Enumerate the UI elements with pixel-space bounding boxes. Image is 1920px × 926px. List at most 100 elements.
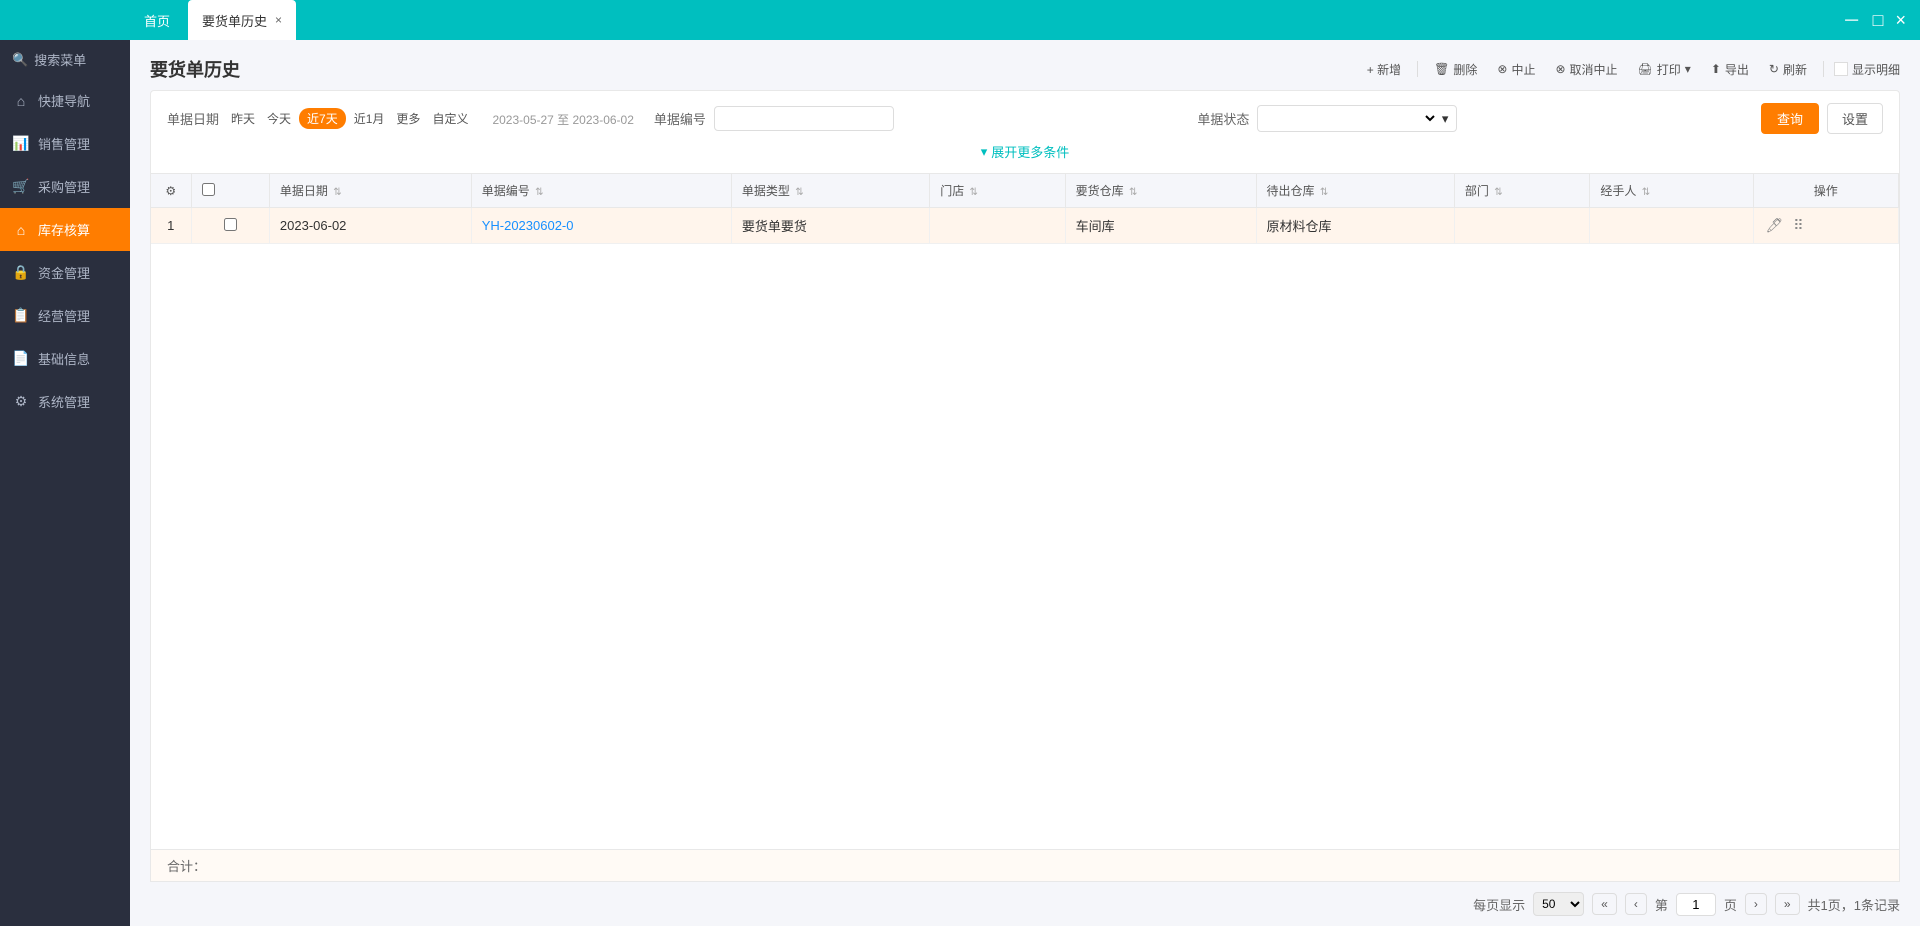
th-settings[interactable]: ⚙ — [151, 174, 191, 208]
print-dropdown-icon: ▾ — [1685, 62, 1691, 76]
prev-page-button[interactable]: ‹ — [1625, 893, 1647, 915]
app-container: 首页 要货单历史 × － □ × 🔍 搜索菜单 ⌂ 快捷导航 📊 销售管理 — [0, 0, 1920, 926]
sidebar-item-sales[interactable]: 📊 销售管理 — [0, 122, 130, 165]
more-icon: ⠿ — [1793, 217, 1803, 233]
basic-icon: 📄 — [12, 350, 30, 368]
sort-reqwh-icon: ⇅ — [1129, 187, 1137, 198]
delete-button[interactable]: 🗑 删除 — [1428, 57, 1483, 82]
row-checkbox-cell — [191, 208, 269, 244]
th-bill-type[interactable]: 单据类型 ⇅ — [731, 174, 929, 208]
th-checkbox[interactable] — [191, 174, 269, 208]
sort-store-icon: ⇅ — [970, 187, 978, 198]
export-icon: ⬆ — [1711, 62, 1721, 76]
date-range-display: 2023-05-27 至 2023-06-02 — [492, 109, 633, 128]
page-suffix-label: 页 — [1724, 895, 1737, 914]
toolbar: + 新增 🗑 删除 ⊗ 中止 ⊗ 取消中止 🖨 — [1361, 57, 1900, 82]
bill-no-input[interactable] — [714, 106, 894, 131]
settings-button[interactable]: 设置 — [1827, 103, 1883, 134]
row-edit-button[interactable]: 🖊 — [1764, 215, 1786, 236]
page-number-input[interactable] — [1676, 893, 1716, 916]
th-bill-no[interactable]: 单据编号 ⇅ — [471, 174, 731, 208]
maximize-button[interactable]: □ — [1869, 10, 1888, 31]
query-button[interactable]: 查询 — [1761, 103, 1819, 134]
sort-waitwh-icon: ⇅ — [1320, 187, 1328, 198]
th-date[interactable]: 单据日期 ⇅ — [269, 174, 471, 208]
print-icon: 🖨 — [1638, 62, 1653, 76]
print-button[interactable]: 🖨 打印 ▾ — [1632, 57, 1697, 82]
table-body: 1 2023-06-02 YH-20230602-0 要货单要货 车间库 — [151, 208, 1899, 244]
delete-icon: 🗑 — [1434, 62, 1449, 76]
sidebar: 🔍 搜索菜单 ⌂ 快捷导航 📊 销售管理 🛒 采购管理 ⌂ 库存核算 🔒 资 — [0, 40, 130, 926]
date-btn-1month[interactable]: 近1月 — [350, 108, 389, 129]
new-button[interactable]: + 新增 — [1361, 57, 1407, 82]
content-header: 要货单历史 + 新增 🗑 删除 ⊗ 中止 ⊗ 取消中止 — [130, 40, 1920, 90]
row-wait-warehouse: 原材料仓库 — [1256, 208, 1454, 244]
row-checkbox[interactable] — [224, 218, 237, 231]
table-row: 1 2023-06-02 YH-20230602-0 要货单要货 车间库 — [151, 208, 1899, 244]
filter-row: 单据日期 昨天 今天 近7天 近1月 更多 自定义 2023-05-27 至 2… — [167, 103, 1883, 134]
filter-actions: 查询 设置 — [1761, 103, 1883, 134]
inventory-icon: ⌂ — [12, 221, 30, 239]
sort-billno-icon: ⇅ — [535, 187, 543, 198]
table-header: ⚙ 单据日期 ⇅ 单据编号 ⇅ — [151, 174, 1899, 208]
th-wait-warehouse[interactable]: 待出仓库 ⇅ — [1256, 174, 1454, 208]
edit-icon: 🖊 — [1766, 217, 1784, 233]
refresh-button[interactable]: ↻ 刷新 — [1763, 57, 1813, 82]
tab-home[interactable]: 首页 — [130, 0, 184, 40]
sidebar-item-operations[interactable]: 📋 经营管理 — [0, 294, 130, 337]
expand-button[interactable]: ▾ 展开更多条件 — [981, 142, 1070, 161]
minimize-button[interactable]: － — [1839, 7, 1865, 33]
sort-date-icon: ⇅ — [333, 187, 341, 198]
per-page-label: 每页显示 — [1473, 895, 1525, 914]
expand-icon: ▾ — [981, 144, 988, 160]
top-bar: 首页 要货单历史 × － □ × — [0, 0, 1920, 40]
row-department — [1454, 208, 1589, 244]
tab-close-icon[interactable]: × — [275, 13, 282, 27]
data-table: ⚙ 单据日期 ⇅ 单据编号 ⇅ — [151, 174, 1899, 244]
row-bill-type: 要货单要货 — [731, 208, 929, 244]
operations-icon: 📋 — [12, 307, 30, 325]
divider-1 — [1417, 61, 1418, 77]
sidebar-item-basic[interactable]: 📄 基础信息 — [0, 337, 130, 380]
sidebar-search[interactable]: 🔍 搜索菜单 — [0, 40, 130, 79]
display-detail-checkbox[interactable] — [1834, 62, 1848, 76]
close-button[interactable]: × — [1891, 10, 1910, 31]
export-button[interactable]: ⬆ 导出 — [1705, 57, 1755, 82]
date-filter: 单据日期 昨天 今天 近7天 近1月 更多 自定义 — [167, 108, 472, 129]
cancel-stop-button[interactable]: ⊗ 取消中止 — [1549, 57, 1623, 82]
th-store[interactable]: 门店 ⇅ — [930, 174, 1065, 208]
stop-button[interactable]: ⊗ 中止 — [1491, 57, 1541, 82]
sidebar-item-purchase[interactable]: 🛒 采购管理 — [0, 165, 130, 208]
finance-icon: 🔒 — [12, 264, 30, 282]
th-department[interactable]: 部门 ⇅ — [1454, 174, 1589, 208]
first-page-button[interactable]: « — [1592, 893, 1617, 915]
row-more-button[interactable]: ⠿ — [1791, 215, 1805, 236]
th-handler[interactable]: 经手人 ⇅ — [1590, 174, 1753, 208]
status-dropdown-icon: ▾ — [1442, 111, 1449, 127]
per-page-select[interactable]: 50 100 — [1533, 892, 1584, 916]
date-btn-custom[interactable]: 自定义 — [428, 108, 472, 129]
tab-current[interactable]: 要货单历史 × — [188, 0, 296, 40]
sidebar-item-finance[interactable]: 🔒 资金管理 — [0, 251, 130, 294]
sidebar-item-inventory[interactable]: ⌂ 库存核算 — [0, 208, 130, 251]
date-btn-more[interactable]: 更多 — [392, 108, 424, 129]
bill-no-link[interactable]: YH-20230602-0 — [482, 218, 574, 233]
status-filter: 单据状态 ▾ — [1197, 105, 1457, 132]
select-all-checkbox[interactable] — [202, 183, 215, 196]
date-btn-yesterday[interactable]: 昨天 — [227, 108, 259, 129]
filter-area: 单据日期 昨天 今天 近7天 近1月 更多 自定义 2023-05-27 至 2… — [150, 90, 1900, 173]
th-req-warehouse[interactable]: 要货仓库 ⇅ — [1065, 174, 1256, 208]
sort-dept-icon: ⇅ — [1494, 187, 1502, 198]
next-page-button[interactable]: › — [1745, 893, 1767, 915]
display-detail-toggle[interactable]: 显示明细 — [1834, 61, 1900, 78]
date-btn-today[interactable]: 今天 — [263, 108, 295, 129]
sidebar-item-shortcuts[interactable]: ⌂ 快捷导航 — [0, 79, 130, 122]
status-select[interactable] — [1266, 110, 1437, 127]
date-btn-7days[interactable]: 近7天 — [299, 108, 346, 129]
last-page-button[interactable]: » — [1775, 893, 1800, 915]
sidebar-item-system[interactable]: ⚙ 系统管理 — [0, 380, 130, 423]
row-req-warehouse: 车间库 — [1065, 208, 1256, 244]
expand-row: ▾ 展开更多条件 — [167, 142, 1883, 161]
main-area: 🔍 搜索菜单 ⌂ 快捷导航 📊 销售管理 🛒 采购管理 ⌂ 库存核算 🔒 资 — [0, 40, 1920, 926]
status-select-wrap: ▾ — [1257, 105, 1457, 132]
